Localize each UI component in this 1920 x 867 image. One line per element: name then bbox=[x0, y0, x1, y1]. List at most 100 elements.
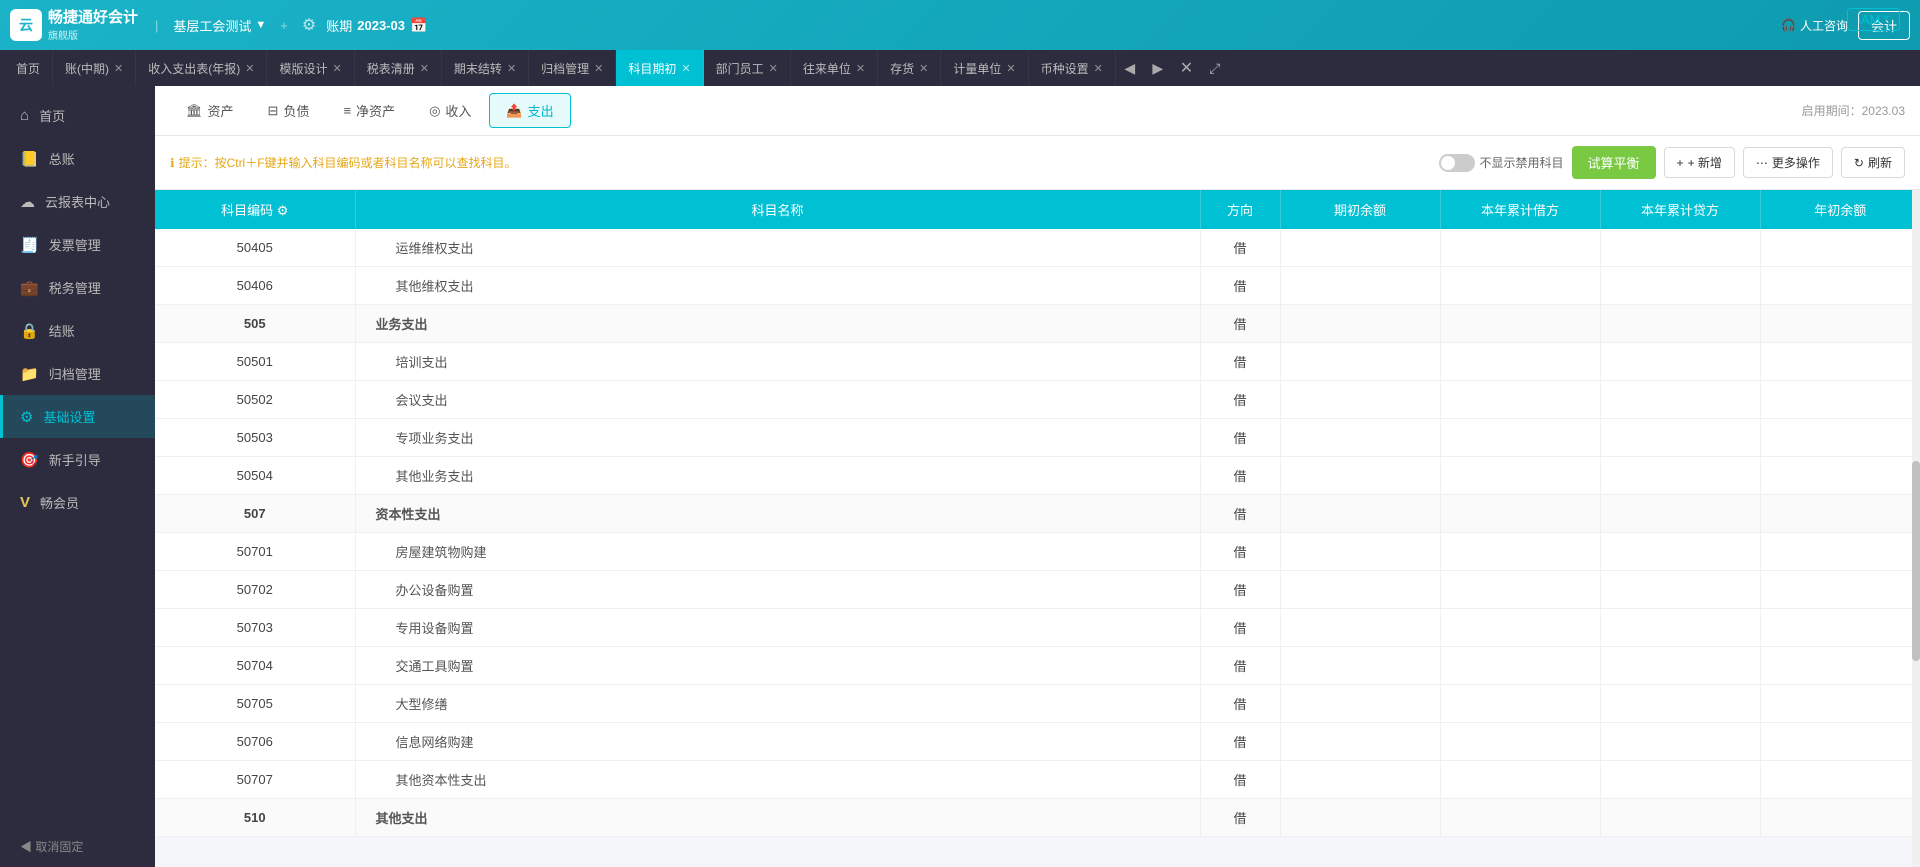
close-icon[interactable]: ✕ bbox=[681, 62, 690, 75]
table-row[interactable]: 510 其他支出 借 bbox=[155, 799, 1920, 837]
sidebar-item-invoice[interactable]: 🧾 发票管理 bbox=[0, 223, 155, 266]
col-code: 科目编码 ⚙ bbox=[155, 190, 355, 229]
tab-kemuqichu[interactable]: 科目期初 ✕ bbox=[616, 50, 703, 86]
scrollbar-thumb[interactable] bbox=[1912, 461, 1920, 661]
cell-qichu bbox=[1280, 305, 1440, 343]
table-row[interactable]: 50501 培训支出 借 bbox=[155, 343, 1920, 381]
close-icon[interactable]: ✕ bbox=[114, 62, 123, 75]
toggle-disabled[interactable]: 不显示禁用科目 bbox=[1439, 154, 1564, 172]
sidebar: ⌂ 首页 📒 总账 ☁ 云报表中心 🧾 发票管理 💼 税务管理 🔒 结账 📁 归… bbox=[0, 86, 155, 867]
table-area: 科目编码 ⚙ 科目名称 方向 期初余额 本年累计借方 本年累计贷方 年初余额 5… bbox=[155, 190, 1920, 867]
refresh-button[interactable]: ↻ 刷新 bbox=[1841, 147, 1905, 178]
sidebar-collapse-button[interactable]: ◀ 取消固定 bbox=[0, 826, 155, 867]
sidebar-item-zhangzhang[interactable]: 📒 总账 bbox=[0, 137, 155, 180]
liability-icon: ⊟ bbox=[268, 103, 279, 119]
cell-direction: 借 bbox=[1200, 381, 1280, 419]
sub-tab-liability[interactable]: ⊟ 负债 bbox=[252, 94, 326, 127]
service-button[interactable]: 🎧 人工咨询 bbox=[1781, 17, 1848, 34]
cell-jielei bbox=[1440, 609, 1600, 647]
cell-jielei bbox=[1440, 533, 1600, 571]
more-button[interactable]: ⋯ 更多操作 bbox=[1743, 147, 1833, 178]
cell-qichu bbox=[1280, 419, 1440, 457]
close-icon[interactable]: ✕ bbox=[1006, 62, 1015, 75]
calc-balance-button[interactable]: 试算平衡 bbox=[1572, 146, 1656, 179]
close-icon[interactable]: ✕ bbox=[507, 62, 516, 75]
close-icon[interactable]: ✕ bbox=[420, 62, 429, 75]
tab-next-button[interactable]: ▶ bbox=[1144, 50, 1172, 86]
tab-jiliang[interactable]: 计量单位 ✕ bbox=[941, 50, 1028, 86]
sub-tab-income[interactable]: ◎ 收入 bbox=[413, 94, 487, 127]
table-row[interactable]: 50701 房屋建筑物购建 借 bbox=[155, 533, 1920, 571]
cell-direction: 借 bbox=[1200, 799, 1280, 837]
add-button[interactable]: + + 新增 bbox=[1664, 147, 1735, 178]
close-icon[interactable]: ✕ bbox=[245, 62, 254, 75]
sidebar-item-settings[interactable]: ⚙ 基础设置 bbox=[0, 395, 155, 438]
cell-dailei bbox=[1600, 685, 1760, 723]
table-row[interactable]: 50503 专项业务支出 借 bbox=[155, 419, 1920, 457]
tab-guidang[interactable]: 归档管理 ✕ bbox=[529, 50, 616, 86]
table-row[interactable]: 50704 交通工具购置 借 bbox=[155, 647, 1920, 685]
close-icon[interactable]: ✕ bbox=[594, 62, 603, 75]
toggle-track[interactable] bbox=[1439, 154, 1475, 172]
close-icon[interactable]: ✕ bbox=[919, 62, 928, 75]
cell-name: 其他支出 bbox=[355, 799, 1200, 837]
sidebar-item-tax[interactable]: 💼 税务管理 bbox=[0, 266, 155, 309]
iam-badge[interactable]: iAM * bbox=[1847, 8, 1900, 31]
asset-icon: 🏛 bbox=[186, 103, 203, 119]
tab-zhongqi[interactable]: 账(中期) ✕ bbox=[53, 50, 136, 86]
tab-home[interactable]: 首页 bbox=[4, 50, 53, 86]
tab-shuibiao[interactable]: 税表清册 ✕ bbox=[355, 50, 442, 86]
expand-icon[interactable]: ⤢ bbox=[1201, 50, 1228, 86]
org-selector[interactable]: 基层工会测试 ▼ bbox=[173, 16, 266, 35]
cell-direction: 借 bbox=[1200, 343, 1280, 381]
sub-tab-asset[interactable]: 🏛 资产 bbox=[170, 94, 250, 127]
col-jielei: 本年累计借方 bbox=[1440, 190, 1600, 229]
cell-name: 其他资本性支出 bbox=[355, 761, 1200, 799]
tab-bizhong[interactable]: 币种设置 ✕ bbox=[1029, 50, 1116, 86]
table-row[interactable]: 50405 运维维权支出 借 bbox=[155, 229, 1920, 267]
sidebar-item-close[interactable]: 🔒 结账 bbox=[0, 309, 155, 352]
sidebar-item-archive[interactable]: 📁 归档管理 bbox=[0, 352, 155, 395]
table-row[interactable]: 50703 专用设备购置 借 bbox=[155, 609, 1920, 647]
sidebar-item-member[interactable]: V 畅会员 bbox=[0, 481, 155, 524]
calendar-icon[interactable]: 📅 bbox=[410, 17, 427, 34]
app-title: 畅捷通好会计 bbox=[48, 9, 138, 27]
sidebar-item-guide[interactable]: 🎯 新手引导 bbox=[0, 438, 155, 481]
scrollbar-track[interactable] bbox=[1912, 190, 1920, 867]
cell-direction: 借 bbox=[1200, 457, 1280, 495]
col-name: 科目名称 bbox=[355, 190, 1200, 229]
sidebar-item-home[interactable]: ⌂ 首页 bbox=[0, 94, 155, 137]
table-row[interactable]: 50406 其他维权支出 借 bbox=[155, 267, 1920, 305]
close-all-tabs-button[interactable]: ✕ bbox=[1172, 50, 1201, 86]
table-row[interactable]: 50705 大型修缮 借 bbox=[155, 685, 1920, 723]
table-row[interactable]: 50504 其他业务支出 借 bbox=[155, 457, 1920, 495]
tab-wanglai[interactable]: 往来单位 ✕ bbox=[791, 50, 878, 86]
table-row[interactable]: 507 资本性支出 借 bbox=[155, 495, 1920, 533]
tab-qimo[interactable]: 期末结转 ✕ bbox=[442, 50, 529, 86]
tab-bumen[interactable]: 部门员工 ✕ bbox=[704, 50, 791, 86]
settings-icon[interactable]: ⚙ bbox=[302, 15, 316, 35]
table-row[interactable]: 50706 信息网络购建 借 bbox=[155, 723, 1920, 761]
cell-name: 办公设备购置 bbox=[355, 571, 1200, 609]
table-row[interactable]: 50502 会议支出 借 bbox=[155, 381, 1920, 419]
close-icon[interactable]: ✕ bbox=[769, 62, 778, 75]
cell-direction: 借 bbox=[1200, 533, 1280, 571]
close-icon[interactable]: ✕ bbox=[332, 62, 341, 75]
table-row[interactable]: 50702 办公设备购置 借 bbox=[155, 571, 1920, 609]
table-row[interactable]: 50707 其他资本性支出 借 bbox=[155, 761, 1920, 799]
close-icon[interactable]: ✕ bbox=[856, 62, 865, 75]
cell-nianchu bbox=[1760, 723, 1920, 761]
sub-tab-equity[interactable]: ≡ 净资产 bbox=[327, 94, 411, 127]
cell-qichu bbox=[1280, 685, 1440, 723]
tab-moban[interactable]: 模版设计 ✕ bbox=[267, 50, 354, 86]
sidebar-item-report[interactable]: ☁ 云报表中心 bbox=[0, 180, 155, 223]
cell-dailei bbox=[1600, 609, 1760, 647]
tab-prev-button[interactable]: ◀ bbox=[1116, 50, 1144, 86]
sub-tab-expense[interactable]: 📤 支出 bbox=[489, 93, 570, 128]
tab-shouru[interactable]: 收入支出表(年报) ✕ bbox=[136, 50, 267, 86]
tab-cunkuo[interactable]: 存货 ✕ bbox=[878, 50, 941, 86]
income-icon: ◎ bbox=[429, 103, 440, 119]
table-row[interactable]: 505 业务支出 借 bbox=[155, 305, 1920, 343]
close-icon[interactable]: ✕ bbox=[1094, 62, 1103, 75]
cell-nianchu bbox=[1760, 533, 1920, 571]
